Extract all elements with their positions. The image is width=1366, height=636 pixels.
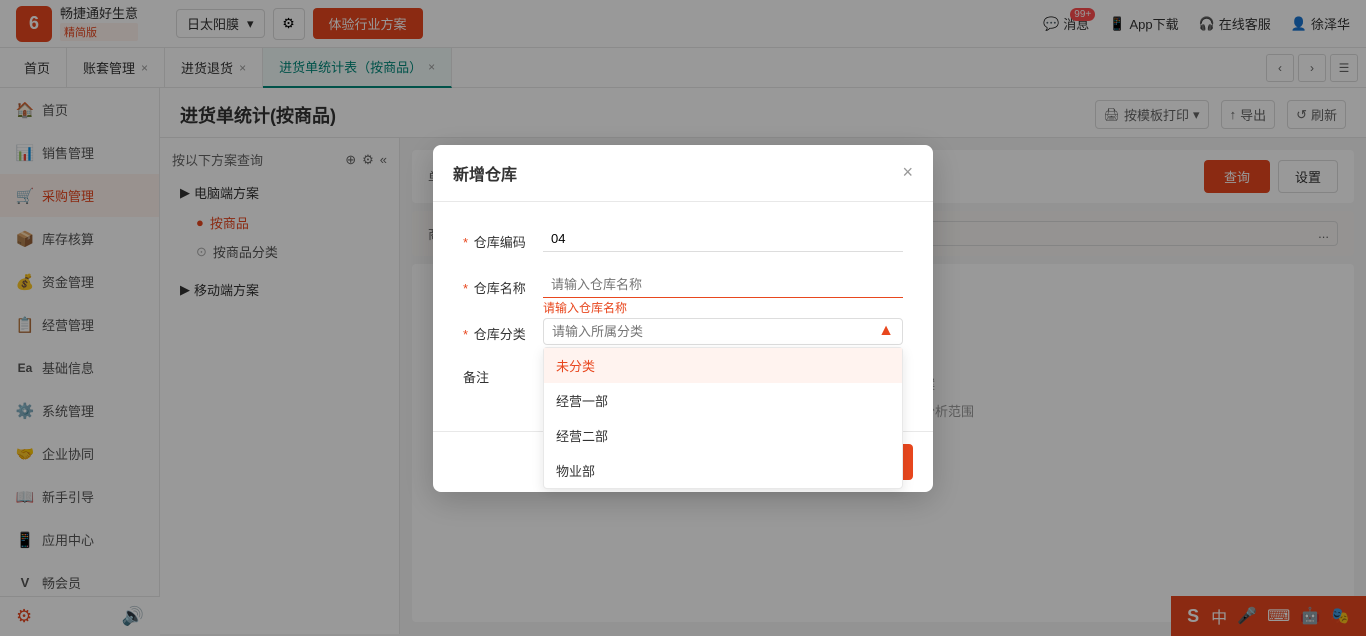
modal-body: * 仓库编码 * 仓库名称 请输入仓库名称 *	[433, 202, 933, 431]
dropdown-option-dept3[interactable]: 物业部	[544, 453, 902, 488]
name-label: * 仓库名称	[463, 272, 543, 297]
code-input[interactable]	[543, 226, 903, 252]
category-input-wrapper: ▲ 未分类 经营一部 经营二部 物业部	[543, 318, 903, 345]
category-form-row: * 仓库分类 ▲ 未分类 经营一部 经营二部 物业部	[463, 318, 903, 345]
category-required-mark: *	[463, 327, 468, 342]
name-error-msg: 请输入仓库名称	[543, 299, 627, 316]
name-input[interactable]	[543, 272, 903, 298]
dropdown-option-unclassified[interactable]: 未分类	[544, 348, 902, 383]
code-form-row: * 仓库编码	[463, 226, 903, 252]
notes-label: 备注	[463, 361, 543, 386]
category-input[interactable]	[552, 324, 894, 339]
category-label: * 仓库分类	[463, 318, 543, 343]
name-required-mark: *	[463, 281, 468, 296]
modal-overlay: 新增仓库 × * 仓库编码 * 仓库名称	[0, 0, 1366, 636]
code-required-mark: *	[463, 235, 468, 250]
modal-title: 新增仓库	[453, 161, 517, 185]
add-warehouse-modal: 新增仓库 × * 仓库编码 * 仓库名称	[433, 145, 933, 492]
dropdown-chevron-icon: ▲	[878, 322, 894, 340]
code-label: * 仓库编码	[463, 226, 543, 251]
category-dropdown-list: 未分类 经营一部 经营二部 物业部	[543, 347, 903, 489]
name-form-row: * 仓库名称 请输入仓库名称	[463, 272, 903, 298]
modal-header: 新增仓库 ×	[433, 145, 933, 202]
modal-close-button[interactable]: ×	[902, 162, 913, 183]
category-dropdown-trigger[interactable]: ▲	[543, 318, 903, 345]
dropdown-option-dept2[interactable]: 经营二部	[544, 418, 902, 453]
dropdown-option-dept1[interactable]: 经营一部	[544, 383, 902, 418]
